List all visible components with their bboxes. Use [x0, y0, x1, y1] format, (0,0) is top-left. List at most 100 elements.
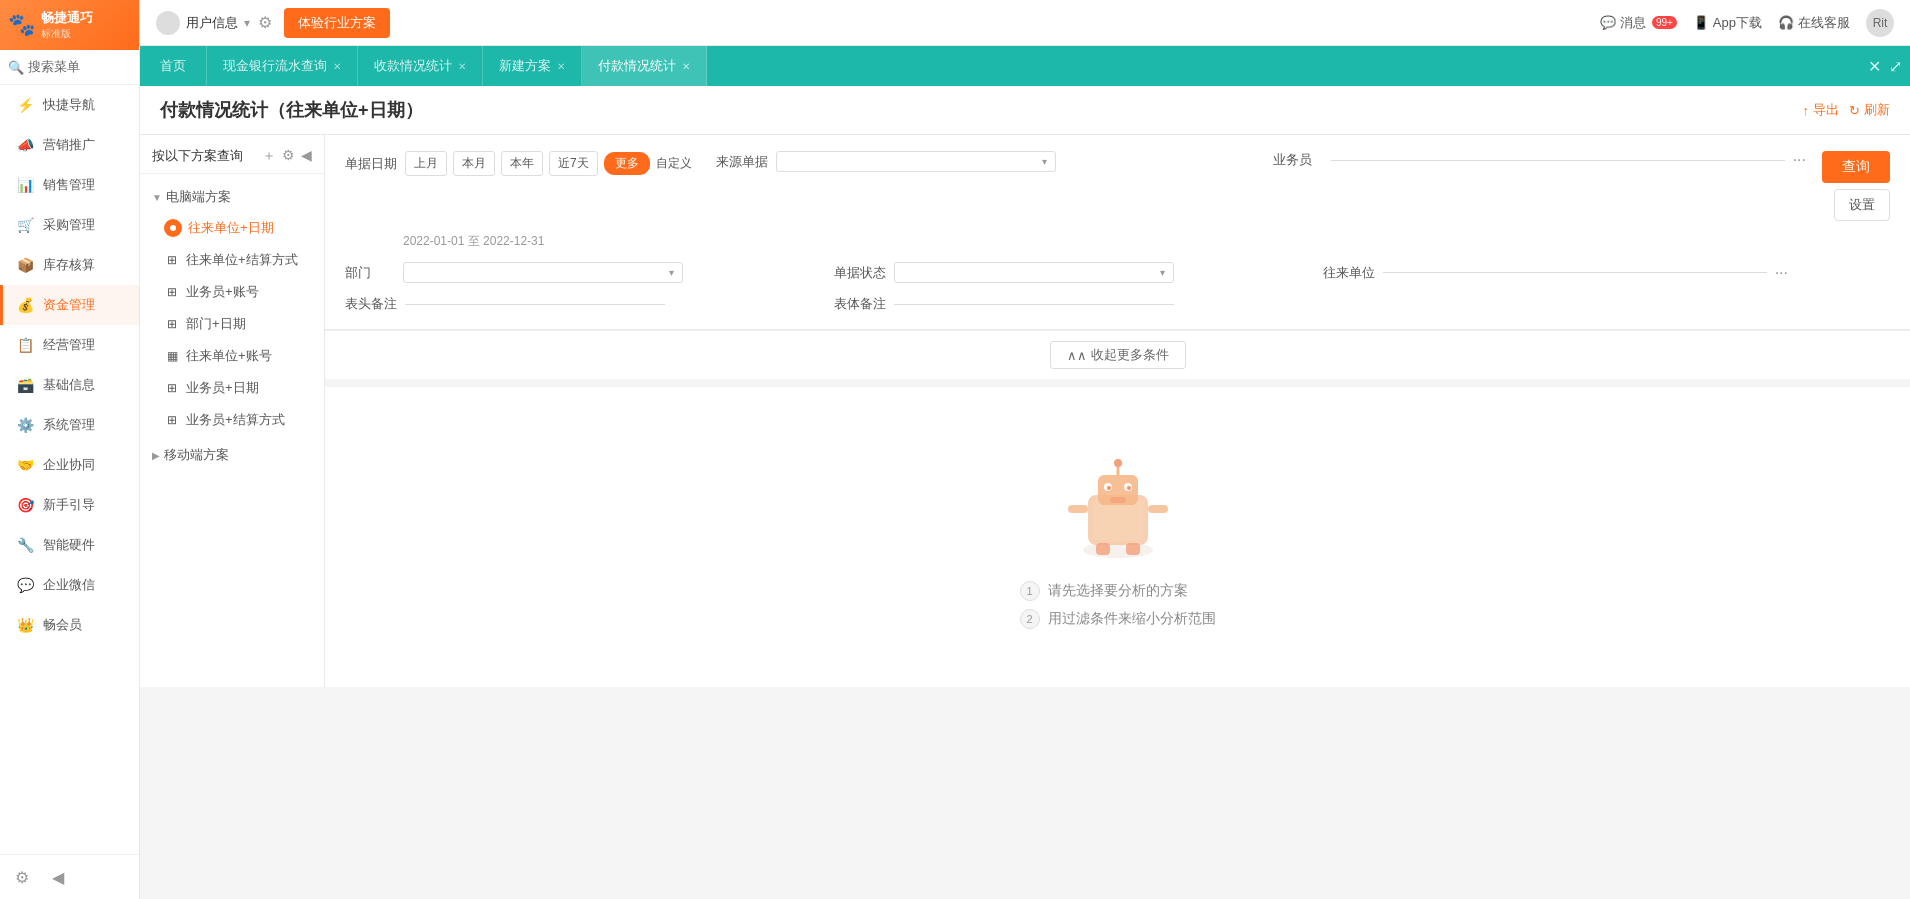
- sidebar-item-sales[interactable]: 📊 销售管理: [0, 165, 139, 205]
- sidebar-item-marketing[interactable]: 📣 营销推广: [0, 125, 139, 165]
- scheme-item-dept-date[interactable]: ⊞ 部门+日期: [140, 308, 324, 340]
- sidebar-item-inventory[interactable]: 📦 库存核算: [0, 245, 139, 285]
- tab-new-scheme-close-icon[interactable]: ✕: [557, 61, 565, 72]
- content-body: 按以下方案查询 ＋ ⚙ ◀ ▼ 电脑端方案 往来单位+日期: [140, 135, 1910, 687]
- tab-payment-stats-close-icon[interactable]: ✕: [682, 61, 690, 72]
- add-scheme-icon[interactable]: ＋: [262, 147, 276, 165]
- main-area: 用户信息 ▾ ⚙ 体验行业方案 💬 消息 99+ 📱 App下载 🎧 在线客服 …: [140, 0, 1910, 899]
- sidebar-item-finance[interactable]: 💰 资金管理: [0, 285, 139, 325]
- sidebar-settings-btn[interactable]: ⚙: [8, 863, 36, 891]
- sidebar-item-guide[interactable]: 🎯 新手引导: [0, 485, 139, 525]
- date-btn-last-7days[interactable]: 近7天: [549, 151, 598, 176]
- collapse-up-icon: ∧∧: [1067, 348, 1087, 363]
- pc-group-chevron-icon: ▼: [152, 192, 162, 203]
- sidebar-item-system[interactable]: ⚙️ 系统管理: [0, 405, 139, 445]
- scheme-item-unit-account[interactable]: ▦ 往来单位+账号: [140, 340, 324, 372]
- scheme-item-staff-date[interactable]: ⊞ 业务员+日期: [140, 372, 324, 404]
- scheme-item-unit-method[interactable]: ⊞ 往来单位+结算方式: [140, 244, 324, 276]
- voucher-status-select[interactable]: ▾: [894, 262, 1174, 283]
- scheme-settings-icon[interactable]: ⚙: [282, 147, 295, 165]
- export-button[interactable]: ↑ 导出: [1803, 101, 1840, 119]
- svg-point-10: [1114, 459, 1122, 467]
- basic-icon: 🗃️: [15, 375, 35, 395]
- svg-point-6: [1107, 486, 1111, 490]
- sidebar-item-weixin[interactable]: 💬 企业微信: [0, 565, 139, 605]
- dept-select[interactable]: ▾: [403, 262, 683, 283]
- tab-bank-flow-close-icon[interactable]: ✕: [333, 61, 341, 72]
- date-range-value: 2022-01-01 至 2022-12-31: [403, 233, 544, 250]
- pc-scheme-group-header[interactable]: ▼ 电脑端方案: [140, 182, 324, 212]
- tabbar-close-btn[interactable]: ✕: [1868, 57, 1881, 76]
- topbar-app-download-item[interactable]: 📱 App下载: [1693, 14, 1762, 32]
- tabbar-expand-btn[interactable]: ⤢: [1889, 57, 1902, 76]
- scheme-item-label: 业务员+账号: [186, 283, 259, 301]
- topbar-trial-button[interactable]: 体验行业方案: [284, 8, 390, 38]
- topbar-online-service-item[interactable]: 🎧 在线客服: [1778, 14, 1850, 32]
- svg-rect-14: [1126, 543, 1140, 555]
- staff-label: 业务员: [1273, 151, 1323, 169]
- date-btn-this-month[interactable]: 本月: [453, 151, 495, 176]
- system-icon: ⚙️: [15, 415, 35, 435]
- scheme-item-unit-date[interactable]: 往来单位+日期: [140, 212, 324, 244]
- topbar-gear-icon[interactable]: ⚙: [258, 13, 272, 32]
- partner-ellipsis-btn[interactable]: ···: [1775, 264, 1788, 282]
- scheme-grid-icon2: ⊞: [164, 284, 180, 300]
- panel-collapse-icon[interactable]: ◀: [301, 147, 312, 165]
- scheme-item-staff-method[interactable]: ⊞ 业务员+结算方式: [140, 404, 324, 436]
- sidebar-collapse-btn[interactable]: ◀: [44, 863, 72, 891]
- tab-home-label: 首页: [160, 57, 186, 75]
- sidebar-header: 🐾 畅捷通巧 标准版: [0, 0, 139, 50]
- empty-hint-1-text: 请先选择要分析的方案: [1048, 582, 1188, 600]
- sidebar-item-smart[interactable]: 🔧 智能硬件: [0, 525, 139, 565]
- sales-icon: 📊: [15, 175, 35, 195]
- tabbar: 首页 现金银行流水查询 ✕ 收款情况统计 ✕ 新建方案 ✕ 付款情况统计 ✕ ✕…: [140, 46, 1910, 86]
- sidebar-logo: 🐾: [8, 12, 35, 38]
- date-btn-this-year[interactable]: 本年: [501, 151, 543, 176]
- collapse-more-btn[interactable]: ∧∧ 收起更多条件: [1050, 341, 1186, 369]
- dept-chevron: ▾: [669, 267, 674, 278]
- sidebar-item-label: 企业协同: [43, 456, 95, 474]
- filter-settings-button[interactable]: 设置: [1834, 189, 1890, 221]
- dept-label: 部门: [345, 264, 395, 282]
- topbar-avatar[interactable]: Rit: [1866, 9, 1894, 37]
- left-panel: 按以下方案查询 ＋ ⚙ ◀ ▼ 电脑端方案 往来单位+日期: [140, 135, 325, 687]
- tab-receipt-stats-close-icon[interactable]: ✕: [458, 61, 466, 72]
- refresh-button[interactable]: ↻ 刷新: [1849, 101, 1890, 119]
- sidebar-item-quick-nav[interactable]: ⚡ 快捷导航: [0, 85, 139, 125]
- sidebar-item-label: 系统管理: [43, 416, 95, 434]
- sidebar-item-basic[interactable]: 🗃️ 基础信息: [0, 365, 139, 405]
- sidebar-item-label: 库存核算: [43, 256, 95, 274]
- pc-scheme-group: ▼ 电脑端方案 往来单位+日期 ⊞ 往来单位+结算方式 ⊞ 业务员+账号: [140, 182, 324, 436]
- collapse-btn-label: 收起更多条件: [1091, 346, 1169, 364]
- tab-new-scheme[interactable]: 新建方案 ✕: [483, 46, 582, 86]
- sidebar-item-operations[interactable]: 📋 经营管理: [0, 325, 139, 365]
- sidebar-item-purchase[interactable]: 🛒 采购管理: [0, 205, 139, 245]
- source-voucher-label: 来源单据: [716, 153, 768, 171]
- source-voucher-select[interactable]: ▾: [776, 151, 1056, 172]
- tab-bank-flow[interactable]: 现金银行流水查询 ✕: [207, 46, 358, 86]
- topbar-message-item[interactable]: 💬 消息 99+: [1600, 14, 1677, 32]
- tab-payment-stats[interactable]: 付款情况统计 ✕: [582, 46, 707, 86]
- tab-receipt-stats[interactable]: 收款情况统计 ✕: [358, 46, 483, 86]
- topbar: 用户信息 ▾ ⚙ 体验行业方案 💬 消息 99+ 📱 App下载 🎧 在线客服 …: [140, 0, 1910, 46]
- collapse-bar: ∧∧ 收起更多条件: [325, 330, 1910, 379]
- date-btn-more[interactable]: 更多: [604, 152, 650, 175]
- sidebar-item-corp[interactable]: 🤝 企业协同: [0, 445, 139, 485]
- sidebar-item-label: 资金管理: [43, 296, 95, 314]
- topbar-left: 用户信息 ▾ ⚙: [156, 11, 272, 35]
- scheme-item-staff-account[interactable]: ⊞ 业务员+账号: [140, 276, 324, 308]
- sidebar-item-vip[interactable]: 👑 畅会员: [0, 605, 139, 645]
- staff-ellipsis-btn[interactable]: ···: [1793, 151, 1806, 169]
- sidebar-search[interactable]: 🔍 搜索菜单: [0, 50, 139, 85]
- topbar-dropdown-icon[interactable]: ▾: [244, 16, 250, 30]
- app-download-icon: 📱: [1693, 15, 1709, 30]
- export-label: 导出: [1813, 101, 1839, 119]
- tab-bank-flow-label: 现金银行流水查询: [223, 57, 327, 75]
- sidebar-item-label: 畅会员: [43, 616, 82, 634]
- mobile-scheme-group-header[interactable]: ▶ 移动端方案: [140, 440, 324, 470]
- sidebar-item-label: 企业微信: [43, 576, 95, 594]
- date-btn-last-month[interactable]: 上月: [405, 151, 447, 176]
- query-button[interactable]: 查询: [1822, 151, 1890, 183]
- table-header-note-label: 表头备注: [345, 295, 397, 313]
- tab-home[interactable]: 首页: [140, 46, 207, 86]
